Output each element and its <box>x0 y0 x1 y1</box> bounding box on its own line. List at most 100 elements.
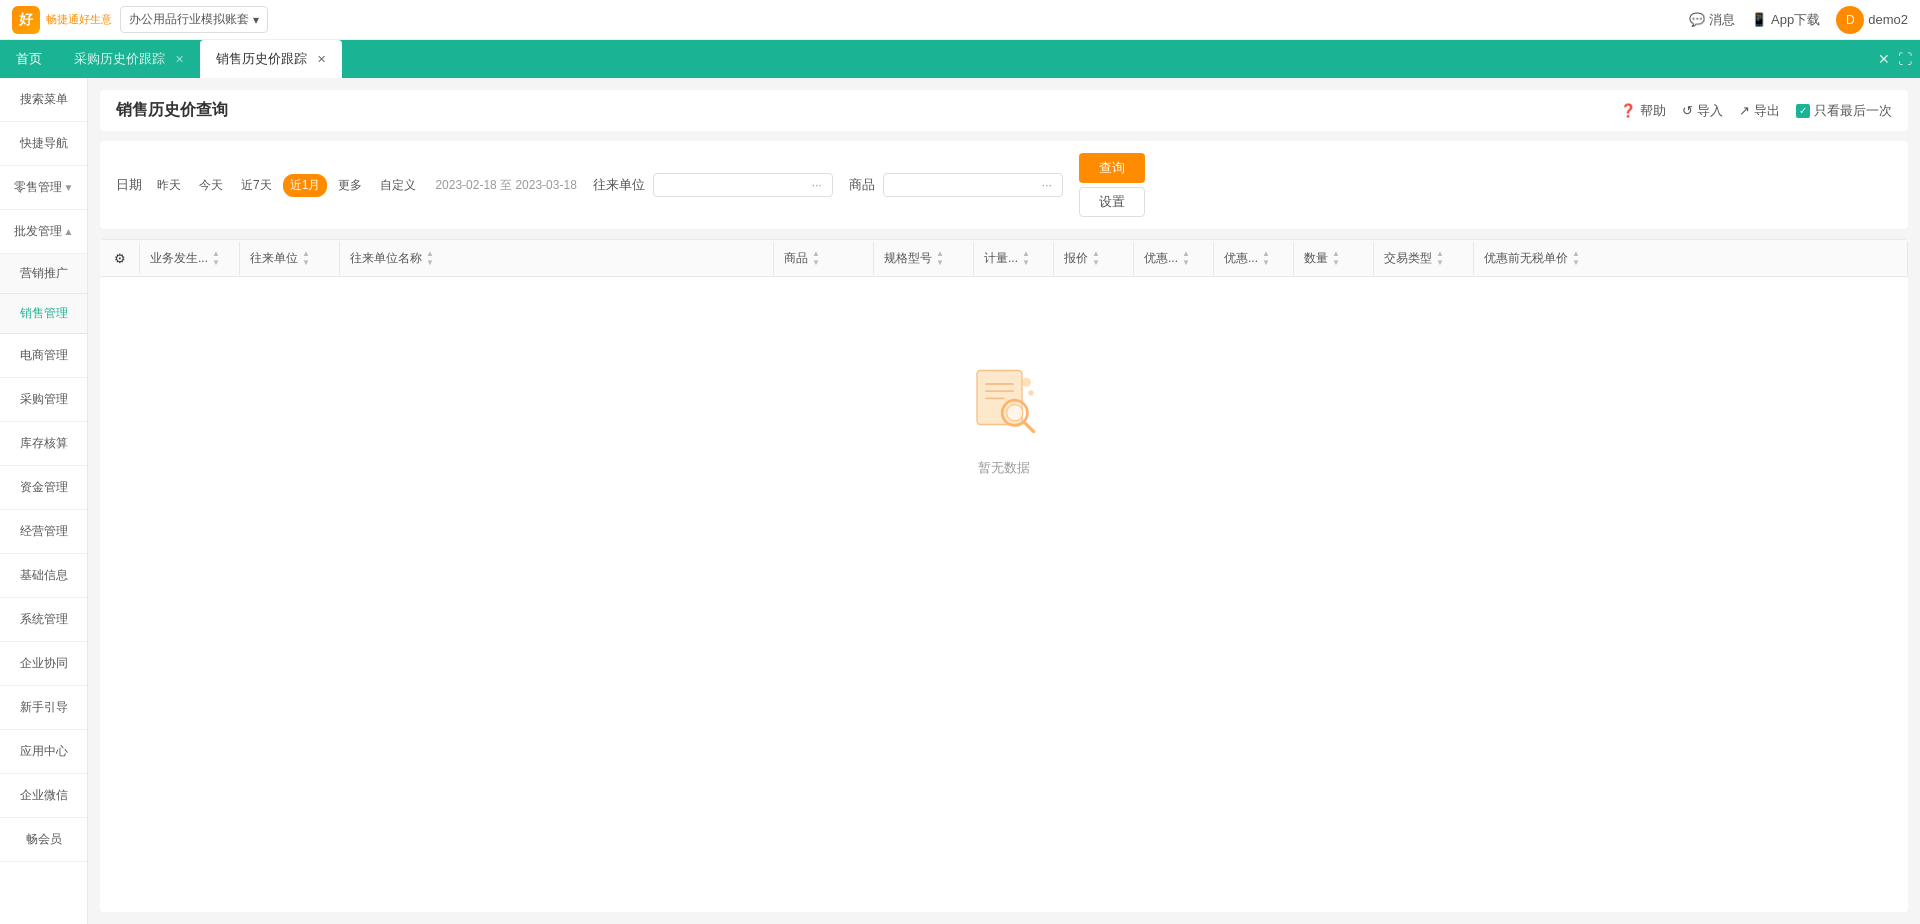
th-sort-spec: ▲ ▼ <box>936 250 944 267</box>
date-btn-yesterday[interactable]: 昨天 <box>150 174 188 197</box>
app-selector-label: 办公用品行业模拟账套 <box>129 11 249 28</box>
top-header: 好 畅捷通好生意 办公用品行业模拟账套 ▾ 💬 消息 📱 App下载 D dem… <box>0 0 1920 40</box>
th-pretax-price[interactable]: 优惠前无税单价 ▲ ▼ <box>1474 242 1908 275</box>
tab-bar: 首页 采购历史价跟踪 ✕ 销售历史价跟踪 ✕ ✕ ⛶ <box>0 40 1920 78</box>
sidebar-item-enterprise-coop[interactable]: 企业协同 <box>0 642 87 686</box>
tab-sales-history[interactable]: 销售历史价跟踪 ✕ <box>200 40 342 78</box>
sidebar-label-app-center: 应用中心 <box>20 743 68 760</box>
sidebar-item-ops[interactable]: 经营管理 <box>0 510 87 554</box>
dropdown-icon: ▾ <box>253 13 259 27</box>
sidebar-label-basic-info: 基础信息 <box>20 567 68 584</box>
import-label: 导入 <box>1697 102 1723 120</box>
sidebar-label-quick-nav: 快捷导航 <box>20 135 68 152</box>
help-btn[interactable]: ❓ 帮助 <box>1620 102 1666 120</box>
th-trade-type-label: 交易类型 <box>1384 250 1432 267</box>
th-unit[interactable]: 计量... ▲ ▼ <box>974 242 1054 275</box>
th-business-date[interactable]: 业务发生... ▲ ▼ <box>140 242 240 275</box>
th-quote[interactable]: 报价 ▲ ▼ <box>1054 242 1134 275</box>
date-range-display: 2023-02-18 至 2023-03-18 <box>435 177 576 194</box>
sidebar-item-app-center[interactable]: 应用中心 <box>0 730 87 774</box>
th-quantity[interactable]: 数量 ▲ ▼ <box>1294 242 1374 275</box>
date-btn-1month[interactable]: 近1月 <box>283 174 328 197</box>
sidebar-item-purchase[interactable]: 采购管理 <box>0 378 87 422</box>
th-spec[interactable]: 规格型号 ▲ ▼ <box>874 242 974 275</box>
sidebar-item-wholesale-mgmt[interactable]: 批发管理 ▲ <box>0 210 87 254</box>
logo-icon: 好 <box>12 6 40 34</box>
th-sort-quantity: ▲ ▼ <box>1332 250 1340 267</box>
user-area[interactable]: D demo2 <box>1836 6 1908 34</box>
product-dots-btn[interactable]: ··· <box>1042 178 1052 192</box>
only-last-checkbox[interactable]: ✓ <box>1796 104 1810 118</box>
th-partner-code[interactable]: 往来单位 ▲ ▼ <box>240 242 340 275</box>
th-discount2[interactable]: 优惠... ▲ ▼ <box>1214 242 1294 275</box>
sidebar-label-wholesale-mgmt: 批发管理 <box>14 223 62 240</box>
page-content: 销售历史价查询 ❓ 帮助 ↺ 导入 ↗ 导出 ✓ <box>88 78 1920 924</box>
message-btn[interactable]: 💬 消息 <box>1689 11 1735 29</box>
download-icon: 📱 <box>1751 12 1767 27</box>
sidebar-item-sys-mgmt[interactable]: 系统管理 <box>0 598 87 642</box>
sidebar-label-purchase: 采购管理 <box>20 391 68 408</box>
svg-point-7 <box>1022 378 1031 387</box>
tab-expand-icon[interactable]: ⛶ <box>1898 51 1912 67</box>
th-partner-name-label: 往来单位名称 <box>350 250 422 267</box>
sidebar-item-marketing[interactable]: 营销推广 <box>0 254 87 294</box>
query-button[interactable]: 查询 <box>1079 153 1145 183</box>
help-label: 帮助 <box>1640 102 1666 120</box>
sidebar-item-finance[interactable]: 资金管理 <box>0 466 87 510</box>
tab-close-purchase[interactable]: ✕ <box>175 53 184 66</box>
th-partner-code-label: 往来单位 <box>250 250 298 267</box>
export-btn[interactable]: ↗ 导出 <box>1739 102 1780 120</box>
app-selector[interactable]: 办公用品行业模拟账套 ▾ <box>120 6 268 33</box>
filter-row: 日期 昨天 今天 近7天 近1月 更多 自定义 2023-02-18 至 202… <box>116 153 1892 217</box>
th-unit-label: 计量... <box>984 250 1018 267</box>
th-sort-unit: ▲ ▼ <box>1022 250 1030 267</box>
sidebar-item-quick-nav[interactable]: 快捷导航 <box>0 122 87 166</box>
tab-close-sales[interactable]: ✕ <box>317 53 326 66</box>
partner-input[interactable]: ··· <box>653 173 833 197</box>
tab-purchase-history[interactable]: 采购历史价跟踪 ✕ <box>58 40 200 78</box>
sidebar-item-new-guide[interactable]: 新手引导 <box>0 686 87 730</box>
settings-button[interactable]: 设置 <box>1079 187 1145 217</box>
sidebar-item-retail-mgmt[interactable]: 零售管理 ▼ <box>0 166 87 210</box>
only-last-checkbox-group[interactable]: ✓ 只看最后一次 <box>1796 102 1892 120</box>
th-spec-label: 规格型号 <box>884 250 932 267</box>
date-btn-custom[interactable]: 自定义 <box>373 174 423 197</box>
sidebar-label-ecommerce: 电商管理 <box>20 347 68 364</box>
th-product[interactable]: 商品 ▲ ▼ <box>774 242 874 275</box>
sidebar-item-search-menu[interactable]: 搜索菜单 <box>0 78 87 122</box>
settings-gear-icon: ⚙ <box>114 251 126 266</box>
partner-label: 往来单位 <box>593 176 645 194</box>
th-sort-partner-code: ▲ ▼ <box>302 250 310 267</box>
date-btn-today[interactable]: 今天 <box>192 174 230 197</box>
th-quote-label: 报价 <box>1064 250 1088 267</box>
product-input[interactable]: ··· <box>883 173 1063 197</box>
table-header: ⚙ 业务发生... ▲ ▼ 往来单位 ▲ ▼ <box>100 239 1908 277</box>
partner-filter-group: 往来单位 ··· <box>593 173 833 197</box>
user-name: demo2 <box>1868 12 1908 27</box>
date-btn-7days[interactable]: 近7天 <box>234 174 279 197</box>
sidebar-item-enterprise-wechat[interactable]: 企业微信 <box>0 774 87 818</box>
sidebar-item-basic-info[interactable]: 基础信息 <box>0 554 87 598</box>
tab-close-all-icon[interactable]: ✕ <box>1878 51 1890 67</box>
app-download-btn[interactable]: 📱 App下载 <box>1751 11 1820 29</box>
sidebar-label-new-guide: 新手引导 <box>20 699 68 716</box>
table-container: ⚙ 业务发生... ▲ ▼ 往来单位 ▲ ▼ <box>100 239 1908 912</box>
date-shortcuts: 昨天 今天 近7天 近1月 更多 自定义 <box>150 174 423 197</box>
filter-bar: 日期 昨天 今天 近7天 近1月 更多 自定义 2023-02-18 至 202… <box>100 141 1908 229</box>
th-trade-type[interactable]: 交易类型 ▲ ▼ <box>1374 242 1474 275</box>
sidebar-item-sales-mgmt[interactable]: 销售管理 <box>0 294 87 334</box>
th-discount1[interactable]: 优惠... ▲ ▼ <box>1134 242 1214 275</box>
th-settings[interactable]: ⚙ <box>100 243 140 274</box>
date-btn-more[interactable]: 更多 <box>331 174 369 197</box>
import-btn[interactable]: ↺ 导入 <box>1682 102 1723 120</box>
tab-home[interactable]: 首页 <box>0 40 58 78</box>
sidebar-item-member[interactable]: 畅会员 <box>0 818 87 862</box>
partner-dots-btn[interactable]: ··· <box>812 178 822 192</box>
header-left: 好 畅捷通好生意 办公用品行业模拟账套 ▾ <box>12 6 268 34</box>
th-sort-trade-type: ▲ ▼ <box>1436 250 1444 267</box>
sidebar-label-inventory: 库存核算 <box>20 435 68 452</box>
sidebar-item-inventory[interactable]: 库存核算 <box>0 422 87 466</box>
sales-history-label: 销售历史价跟踪 <box>216 50 307 68</box>
th-partner-name[interactable]: 往来单位名称 ▲ ▼ <box>340 242 774 275</box>
sidebar-item-ecommerce[interactable]: 电商管理 <box>0 334 87 378</box>
